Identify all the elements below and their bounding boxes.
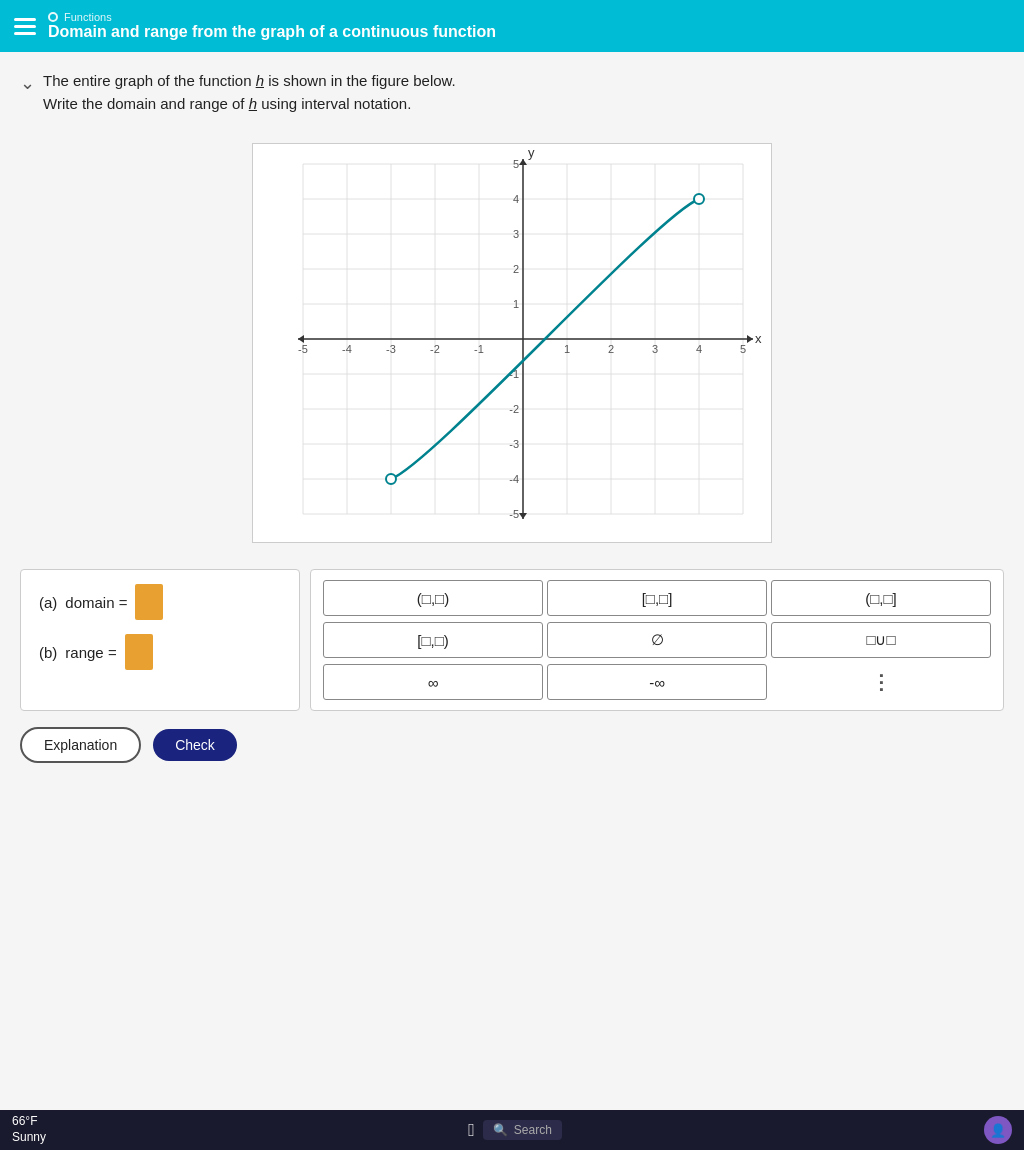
part-a-label: (a) [39,594,57,611]
search-label: Search [514,1123,552,1137]
question-toggle: ⌄ The entire graph of the function h is … [20,70,1004,115]
question-text: The entire graph of the function h is sh… [43,70,456,115]
symbol-panel: (□,□) [□,□] (□,□] [□,□) ∅ □∪□ ∞ -∞ ⋮ [310,569,1004,711]
question-text-part4: using interval notation. [261,95,411,112]
symbol-empty-set[interactable]: ∅ [547,622,767,658]
hamburger-icon[interactable] [14,18,36,35]
answer-line-b: (b) range = [39,634,281,670]
symbol-neg-infinity[interactable]: -∞ [547,664,767,700]
range-label: range = [65,644,116,661]
domain-input[interactable] [135,584,163,620]
header-text-block: Functions Domain and range from the grap… [48,11,496,41]
question-text-part1: The entire graph of the function [43,72,256,89]
taskbar-avatar[interactable]: 👤 [984,1116,1012,1144]
taskbar-weather: 66°F Sunny [12,1114,46,1145]
question-text-part2: is shown in the figure below. [264,72,456,89]
search-box[interactable]: 🔍 Search [483,1120,562,1140]
symbol-open-open[interactable]: (□,□) [323,580,543,616]
header-subtitle-text: Functions [64,11,112,23]
windows-icon[interactable]:  [468,1120,475,1141]
answer-line-a: (a) domain = [39,584,281,620]
header-bar: Functions Domain and range from the grap… [0,0,1024,52]
symbol-union[interactable]: □∪□ [771,622,991,658]
weather-temp: 66°F [12,1114,46,1130]
taskbar-center:  🔍 Search [468,1120,562,1141]
answer-box: (a) domain = (b) range = [20,569,300,711]
main-content: ⌄ The entire graph of the function h is … [0,52,1024,1110]
question-text-part3: Write the domain and range of [43,95,249,112]
circle-icon [48,12,58,22]
symbol-open-closed[interactable]: (□,□] [771,580,991,616]
header-title: Domain and range from the graph of a con… [48,23,496,41]
explanation-button[interactable]: Explanation [20,727,141,763]
taskbar: 66°F Sunny  🔍 Search 👤 [0,1110,1024,1150]
search-icon: 🔍 [493,1123,508,1137]
taskbar-right: 👤 [984,1116,1012,1144]
domain-label: domain = [65,594,127,611]
weather-condition: Sunny [12,1130,46,1146]
header-subtitle: Functions [48,11,496,23]
graph-container [252,143,772,543]
range-input[interactable] [125,634,153,670]
symbol-more-icon[interactable]: ⋮ [771,664,991,700]
symbol-closed-closed[interactable]: [□,□) [323,622,543,658]
part-b-label: (b) [39,644,57,661]
check-button[interactable]: Check [153,729,237,761]
buttons-row: Explanation Check [20,727,1004,763]
chevron-down-icon[interactable]: ⌄ [20,72,35,94]
answer-row: (a) domain = (b) range = (□,□) [□,□] (□,… [20,569,1004,711]
symbol-closed-open[interactable]: [□,□] [547,580,767,616]
symbol-infinity[interactable]: ∞ [323,664,543,700]
question-function-var: h [256,72,264,89]
